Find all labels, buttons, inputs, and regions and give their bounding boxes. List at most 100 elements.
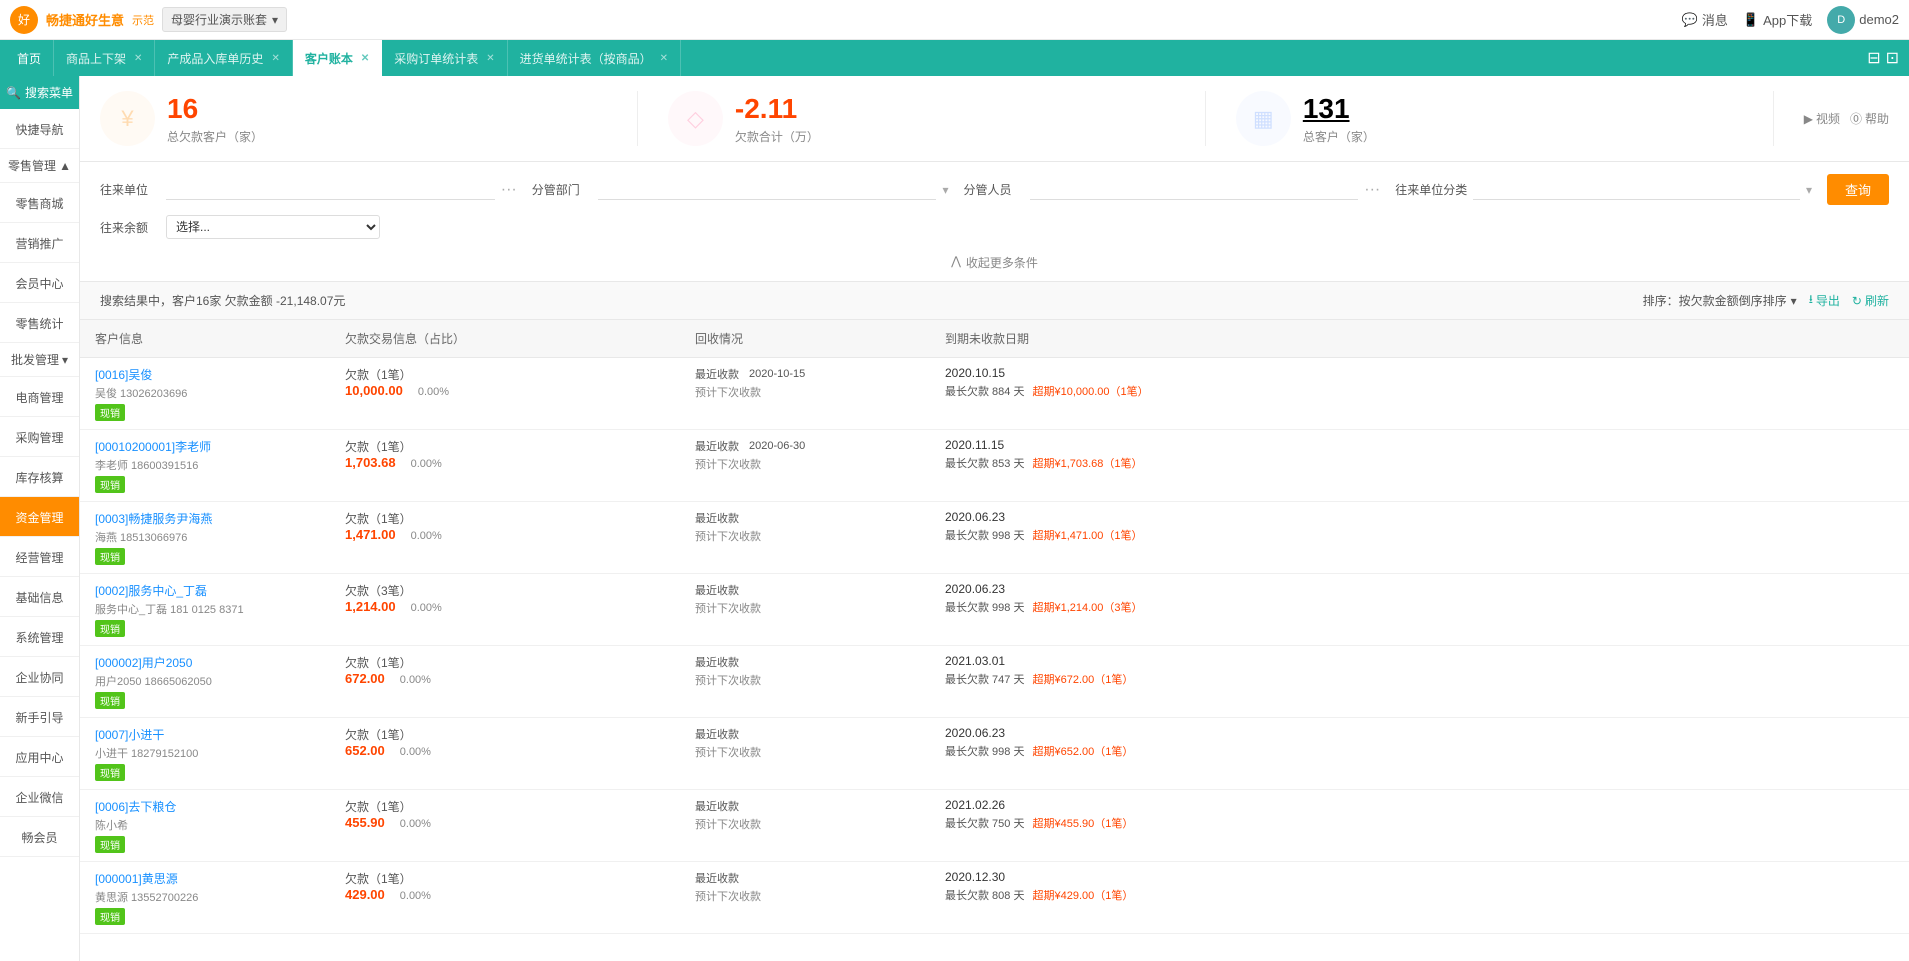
logo-text: 畅捷通好生意 — [46, 10, 124, 29]
debt-amount-5[interactable]: 652.00 — [345, 743, 385, 758]
tab-purchase-stats[interactable]: 采购订单统计表 ✕ — [382, 40, 507, 76]
cell-overdue-4: 2021.03.01 最长欠款 747 天 超期¥672.00（1笔） — [930, 646, 1909, 718]
tab-home-label: 首页 — [17, 50, 41, 67]
overdue-days-4: 最长欠款 747 天 — [945, 671, 1024, 687]
tab-minimize-icon[interactable]: ⊟ — [1867, 48, 1880, 68]
app-download-btn[interactable]: 📱 App下载 — [1743, 10, 1812, 29]
sidebar-item-vip-member[interactable]: 畅会员 — [0, 817, 79, 857]
company-selector[interactable]: 母婴行业演示账套 ▾ — [162, 7, 287, 32]
overdue-date-4: 2021.03.01 — [945, 654, 1894, 668]
tab-incoming-close-icon[interactable]: ✕ — [660, 53, 668, 64]
sidebar-item-retail-mgmt[interactable]: 零售管理 ▲ — [0, 149, 79, 183]
debt-pct-3: 0.00% — [411, 602, 442, 614]
recent-label-1: 最近收款 — [695, 438, 739, 454]
next-label-7: 预计下次收款 — [695, 888, 915, 904]
overdue-amount-1[interactable]: 超期¥1,703.68（1笔） — [1032, 455, 1142, 471]
customer-name-0[interactable]: [0016]吴俊 — [95, 366, 315, 383]
overdue-amount-7[interactable]: 超期¥429.00（1笔） — [1032, 887, 1133, 903]
collapse-row[interactable]: ⋀ 收起更多条件 — [100, 249, 1889, 276]
debt-amount-2[interactable]: 1,471.00 — [345, 527, 396, 542]
debt-amount-4[interactable]: 672.00 — [345, 671, 385, 686]
tab-incoming-label: 进货单统计表（按商品） — [520, 50, 652, 67]
user-avatar-btn[interactable]: D demo2 — [1827, 6, 1899, 34]
debt-amount-6[interactable]: 455.90 — [345, 815, 385, 830]
customer-table: 客户信息 欠款交易信息（占比） 回收情况 到期未收款日期 [0016]吴俊 吴俊… — [80, 320, 1909, 934]
tab-customer-close-icon[interactable]: ✕ — [361, 53, 369, 64]
sidebar-item-enterprise-coop[interactable]: 企业协同 — [0, 657, 79, 697]
tab-maximize-icon[interactable]: ⊡ — [1886, 48, 1899, 68]
video-icon: ▶ — [1804, 112, 1813, 126]
sidebar-item-inventory[interactable]: 库存核算 — [0, 457, 79, 497]
debt-amount-3[interactable]: 1,214.00 — [345, 599, 396, 614]
tab-customer-account[interactable]: 客户账本 ✕ — [293, 40, 382, 76]
sidebar-item-quick-nav[interactable]: 快捷导航 — [0, 109, 79, 149]
sidebar-item-enterprise-wechat[interactable]: 企业微信 — [0, 777, 79, 817]
search-button[interactable]: 查询 — [1827, 174, 1889, 205]
from-unit-input[interactable] — [166, 179, 495, 200]
customer-name-2[interactable]: [0003]畅捷服务尹海燕 — [95, 510, 315, 527]
tab-produce-history[interactable]: 产成品入库单历史 ✕ — [155, 40, 292, 76]
stats-row: ¥ 16 总欠款客户（家） ◇ -2.11 欠款合计（万） ▦ 131 总 — [80, 76, 1909, 162]
sidebar: 🔍 搜索菜单 快捷导航 零售管理 ▲ 零售商城 营销推广 会员中心 零售统计 批… — [0, 76, 80, 961]
tab-home[interactable]: 首页 — [5, 40, 54, 76]
message-btn[interactable]: 💬 消息 — [1682, 10, 1728, 29]
sidebar-item-purchase-mgmt[interactable]: 采购管理 — [0, 417, 79, 457]
help-btn[interactable]: ⓪ 帮助 — [1850, 110, 1889, 127]
export-btn[interactable]: ⭳ 导出 — [1809, 290, 1840, 311]
from-unit-dots-icon: ··· — [501, 181, 517, 199]
tab-goods-status[interactable]: 商品上下架 ✕ — [54, 40, 155, 76]
sidebar-item-finance[interactable]: 资金管理 — [0, 497, 79, 537]
sidebar-item-basic-info-label: 基础信息 — [5, 589, 74, 606]
customer-name-6[interactable]: [0006]去下粮仓 — [95, 798, 315, 815]
cell-debt-info-7: 欠款（1笔） 429.00 0.00% — [330, 862, 680, 934]
overdue-amount-5[interactable]: 超期¥652.00（1笔） — [1032, 743, 1133, 759]
customer-name-3[interactable]: [0002]服务中心_丁磊 — [95, 582, 315, 599]
tab-produce-close-icon[interactable]: ✕ — [271, 53, 279, 64]
sidebar-search-label: 搜索菜单 — [25, 84, 73, 101]
unit-category-input[interactable] — [1473, 179, 1800, 200]
tab-incoming-stats[interactable]: 进货单统计表（按商品） ✕ — [508, 40, 681, 76]
refresh-btn[interactable]: ↻ 刷新 — [1852, 292, 1889, 309]
overdue-days-6: 最长欠款 750 天 — [945, 815, 1024, 831]
overdue-amount-2[interactable]: 超期¥1,471.00（1笔） — [1032, 527, 1142, 543]
debt-amount-7[interactable]: 429.00 — [345, 887, 385, 902]
tab-goods-close-icon[interactable]: ✕ — [134, 53, 142, 64]
sidebar-item-retail-stats[interactable]: 零售统计 — [0, 303, 79, 343]
sidebar-item-ecommerce[interactable]: 电商管理 — [0, 377, 79, 417]
sidebar-item-operation[interactable]: 经营管理 — [0, 537, 79, 577]
debt-amount-0[interactable]: 10,000.00 — [345, 383, 403, 398]
cell-overdue-3: 2020.06.23 最长欠款 998 天 超期¥1,214.00（3笔） — [930, 574, 1909, 646]
top-header: 好 畅捷通好生意 示范 母婴行业演示账套 ▾ 💬 消息 📱 App下载 D de… — [0, 0, 1909, 40]
overdue-amount-3[interactable]: 超期¥1,214.00（3笔） — [1032, 599, 1142, 615]
table-row: [0002]服务中心_丁磊 服务中心_丁磊 181 0125 8371 现销 欠… — [80, 574, 1909, 646]
balance-select[interactable]: 选择... — [166, 215, 380, 239]
sidebar-item-marketing[interactable]: 营销推广 — [0, 223, 79, 263]
sidebar-item-app-center[interactable]: 应用中心 — [0, 737, 79, 777]
sort-selector[interactable]: 排序：按欠款金额倒序排序 ▾ — [1643, 292, 1797, 309]
video-btn[interactable]: ▶ 视频 — [1804, 110, 1840, 127]
sidebar-item-member-center[interactable]: 会员中心 — [0, 263, 79, 303]
overdue-amount-0[interactable]: 超期¥10,000.00（1笔） — [1032, 383, 1148, 399]
sidebar-item-newbie[interactable]: 新手引导 — [0, 697, 79, 737]
overdue-amount-6[interactable]: 超期¥455.90（1笔） — [1032, 815, 1133, 831]
sidebar-item-system[interactable]: 系统管理 — [0, 617, 79, 657]
stat-label-overdue-amount: 欠款合计（万） — [735, 128, 819, 145]
overdue-days-7: 最长欠款 808 天 — [945, 887, 1024, 903]
debt-amount-1[interactable]: 1,703.68 — [345, 455, 396, 470]
sidebar-search[interactable]: 🔍 搜索菜单 — [0, 76, 79, 109]
dept-input[interactable] — [598, 179, 937, 200]
customer-name-1[interactable]: [00010200001]李老师 — [95, 438, 315, 455]
filter-staff: 分管人员 ··· — [964, 179, 1381, 200]
sidebar-item-basic-info[interactable]: 基础信息 — [0, 577, 79, 617]
staff-dots-icon: ··· — [1364, 181, 1380, 199]
staff-input[interactable] — [1030, 179, 1359, 200]
sidebar-item-batch-mgmt[interactable]: 批发管理 ▾ — [0, 343, 79, 377]
overdue-date-6: 2021.02.26 — [945, 798, 1894, 812]
filter-area: 往来单位 ··· 分管部门 ▾ 分管人员 ··· 往来单位分类 — [80, 162, 1909, 282]
customer-name-4[interactable]: [000002]用户2050 — [95, 654, 315, 671]
tab-purchase-close-icon[interactable]: ✕ — [486, 53, 494, 64]
overdue-amount-4[interactable]: 超期¥672.00（1笔） — [1032, 671, 1133, 687]
customer-name-7[interactable]: [000001]黄思源 — [95, 870, 315, 887]
sidebar-item-retail-store[interactable]: 零售商城 — [0, 183, 79, 223]
customer-name-5[interactable]: [0007]小进干 — [95, 726, 315, 743]
